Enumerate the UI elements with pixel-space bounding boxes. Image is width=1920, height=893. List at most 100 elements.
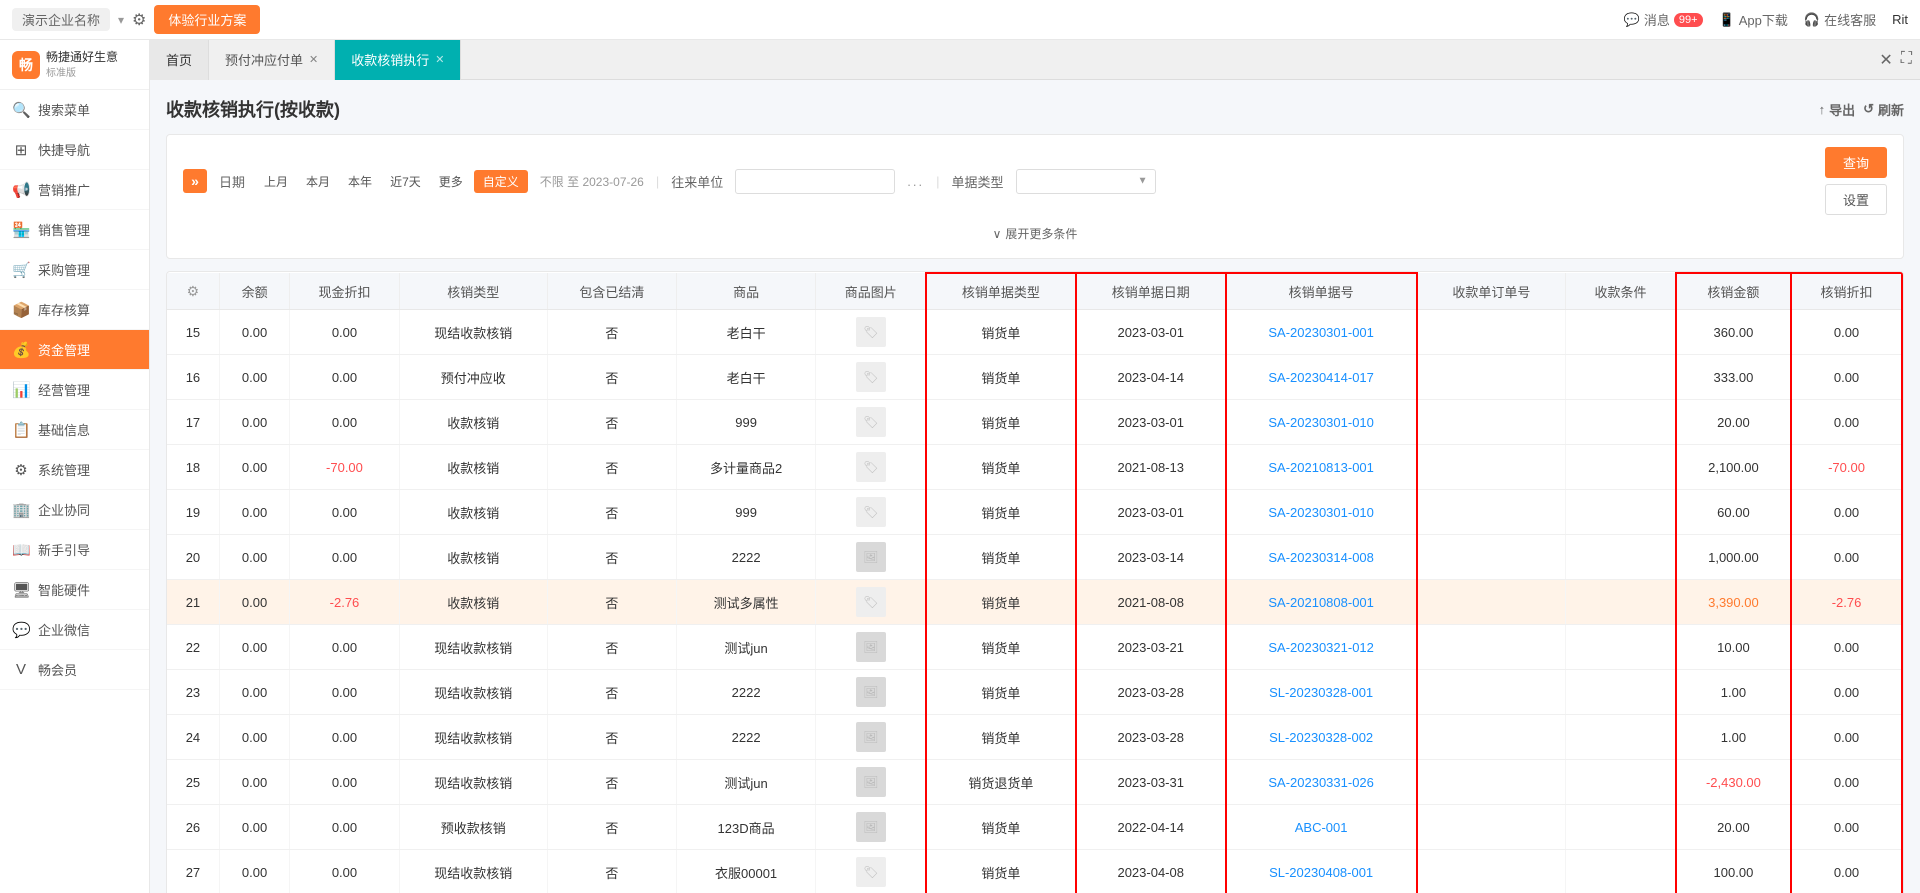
verify-amount-value: 333.00 <box>1714 370 1754 385</box>
page-title-actions: ↑ 导出 ↺ 刷新 <box>1819 100 1904 119</box>
sidebar-item-operations[interactable]: 📊 经营管理 <box>0 370 149 410</box>
td-product: 老白干 <box>676 355 816 400</box>
partner-input[interactable] <box>735 169 895 194</box>
sidebar-item-wechat[interactable]: 💬 企业微信 <box>0 610 149 650</box>
tab-expand-icon[interactable]: ⛶ <box>1901 50 1912 70</box>
td-verify-type: 收款核销 <box>399 400 547 445</box>
app-download-button[interactable]: 📱 App下载 <box>1719 10 1788 29</box>
verify-amount-value: 20.00 <box>1717 415 1750 430</box>
sidebar-item-guide[interactable]: 📖 新手引导 <box>0 530 149 570</box>
sidebar-item-member[interactable]: V 畅会员 <box>0 650 149 690</box>
td-seq: 17 <box>167 400 219 445</box>
product-img: 🏷 <box>856 452 886 482</box>
tab-home[interactable]: 首页 <box>150 40 209 80</box>
voucher-type-select-wrap <box>1016 169 1156 194</box>
td-verify-amount: 2,100.00 <box>1676 445 1791 490</box>
verify-no-link[interactable]: SA-20230301-010 <box>1268 415 1374 430</box>
td-verify-no: SA-20230301-001 <box>1226 310 1417 355</box>
table-row: 27 0.00 0.00 现结收款核销 否 衣服00001 🏷 销货单 2023… <box>167 850 1902 893</box>
td-seq: 22 <box>167 625 219 670</box>
date-btn-this-year[interactable]: 本年 <box>341 170 379 193</box>
cash-discount-value: 0.00 <box>332 685 357 700</box>
company-selector[interactable]: 演示企业名称 <box>12 8 110 31</box>
verify-amount-value: 1.00 <box>1721 685 1746 700</box>
td-include-settled: 否 <box>547 445 676 490</box>
megaphone-icon: 📢 <box>12 181 30 199</box>
sidebar-item-inventory[interactable]: 📦 库存核算 <box>0 290 149 330</box>
sidebar-label-enterprise: 企业协同 <box>38 500 90 519</box>
th-gear[interactable]: ⚙ <box>167 273 219 310</box>
verify-no-link[interactable]: SL-20230328-001 <box>1269 685 1373 700</box>
verify-no-link[interactable]: SA-20210813-001 <box>1268 460 1374 475</box>
td-product-img: 🏷 <box>816 355 926 400</box>
table-row: 26 0.00 0.00 预收款核销 否 123D商品 🖼 销货单 2022-0… <box>167 805 1902 850</box>
query-button[interactable]: 查询 <box>1825 147 1887 178</box>
verify-no-link[interactable]: SA-20230414-017 <box>1268 370 1374 385</box>
export-button[interactable]: ↑ 导出 <box>1819 100 1856 119</box>
td-verify-voucher-type: 销货单 <box>926 670 1076 715</box>
column-settings-icon[interactable]: ⚙ <box>187 283 200 299</box>
app-edition: 标准版 <box>46 64 118 79</box>
sidebar-item-hardware[interactable]: 🖥 智能硬件 <box>0 570 149 610</box>
export-label: 导出 <box>1829 100 1855 119</box>
industry-solution-button[interactable]: 体验行业方案 <box>154 5 260 34</box>
filter-expand-button[interactable]: » <box>183 169 207 193</box>
verify-no-link[interactable]: SA-20230331-026 <box>1268 775 1374 790</box>
verify-no-link[interactable]: ABC-001 <box>1295 820 1348 835</box>
partner-search-dots[interactable]: ... <box>907 174 924 189</box>
refresh-button[interactable]: ↺ 刷新 <box>1863 100 1904 119</box>
sidebar-label-hardware: 智能硬件 <box>38 580 90 599</box>
tab-close-window-icon[interactable]: ✕ <box>1879 50 1892 70</box>
message-button[interactable]: 💬 消息 99+ <box>1624 10 1703 29</box>
verify-no-link[interactable]: SA-20210808-001 <box>1268 595 1374 610</box>
message-icon: 💬 <box>1624 12 1640 28</box>
table-row: 16 0.00 0.00 预付冲应收 否 老白干 🏷 销货单 2023-04-1… <box>167 355 1902 400</box>
settings-icon[interactable]: ⚙ <box>132 10 146 30</box>
td-product: 123D商品 <box>676 805 816 850</box>
money-icon: 💰 <box>12 341 30 359</box>
td-verify-no: SA-20230314-008 <box>1226 535 1417 580</box>
td-product-img: 🏷 <box>816 490 926 535</box>
sidebar-item-enterprise[interactable]: 🏢 企业协同 <box>0 490 149 530</box>
th-include-settled: 包含已结清 <box>547 273 676 310</box>
table-header-row: ⚙ 余额 现金折扣 核销类型 包含已结清 商品 商品图片 核销单据类型 核销单据… <box>167 273 1902 310</box>
td-verify-voucher-type: 销货单 <box>926 490 1076 535</box>
expand-more-button[interactable]: ∨ 展开更多条件 <box>183 221 1887 246</box>
verify-no-link[interactable]: SA-20230301-001 <box>1268 325 1374 340</box>
verify-no-link[interactable]: SL-20230408-001 <box>1269 865 1373 880</box>
td-verify-discount: 0.00 <box>1791 670 1902 715</box>
td-cash-discount: -2.76 <box>290 580 399 625</box>
voucher-type-select[interactable] <box>1016 169 1156 194</box>
date-btn-last-month[interactable]: 上月 <box>257 170 295 193</box>
sidebar-item-finance[interactable]: 💰 资金管理 <box>0 330 149 370</box>
grid-icon: ⊞ <box>12 141 30 159</box>
td-balance: 0.00 <box>219 580 289 625</box>
tab-prepay[interactable]: 预付冲应付单 ✕ <box>209 40 335 80</box>
tab-receipt-verify[interactable]: 收款核销执行 ✕ <box>335 40 461 80</box>
td-verify-amount: 1.00 <box>1676 715 1791 760</box>
verify-no-link[interactable]: SA-20230321-012 <box>1268 640 1374 655</box>
td-seq: 15 <box>167 310 219 355</box>
online-service-button[interactable]: 🎧 在线客服 <box>1804 10 1876 29</box>
date-btn-7days[interactable]: 近7天 <box>383 170 428 193</box>
sidebar-item-quick-nav[interactable]: ⊞ 快捷导航 <box>0 130 149 170</box>
verify-no-link[interactable]: SA-20230301-010 <box>1268 505 1374 520</box>
date-btn-more[interactable]: 更多 <box>432 170 470 193</box>
verify-no-link[interactable]: SA-20230314-008 <box>1268 550 1374 565</box>
tab-receipt-verify-close[interactable]: ✕ <box>435 53 444 66</box>
date-btn-custom[interactable]: 自定义 <box>474 170 528 193</box>
td-balance: 0.00 <box>219 310 289 355</box>
date-btn-this-month[interactable]: 本月 <box>299 170 337 193</box>
sidebar-item-basic[interactable]: 📋 基础信息 <box>0 410 149 450</box>
sidebar-item-sales[interactable]: 🏪 销售管理 <box>0 210 149 250</box>
tab-prepay-close[interactable]: ✕ <box>309 53 318 66</box>
verify-no-link[interactable]: SL-20230328-002 <box>1269 730 1373 745</box>
sidebar-item-search[interactable]: 🔍 搜索菜单 <box>0 90 149 130</box>
sidebar-item-marketing[interactable]: 📢 营销推广 <box>0 170 149 210</box>
sidebar-item-system[interactable]: ⚙ 系统管理 <box>0 450 149 490</box>
th-cash-discount: 现金折扣 <box>290 273 399 310</box>
filter-settings-button[interactable]: 设置 <box>1825 184 1887 215</box>
td-verify-discount: 0.00 <box>1791 805 1902 850</box>
sidebar-item-purchase[interactable]: 🛒 采购管理 <box>0 250 149 290</box>
td-verify-type: 预收款核销 <box>399 805 547 850</box>
